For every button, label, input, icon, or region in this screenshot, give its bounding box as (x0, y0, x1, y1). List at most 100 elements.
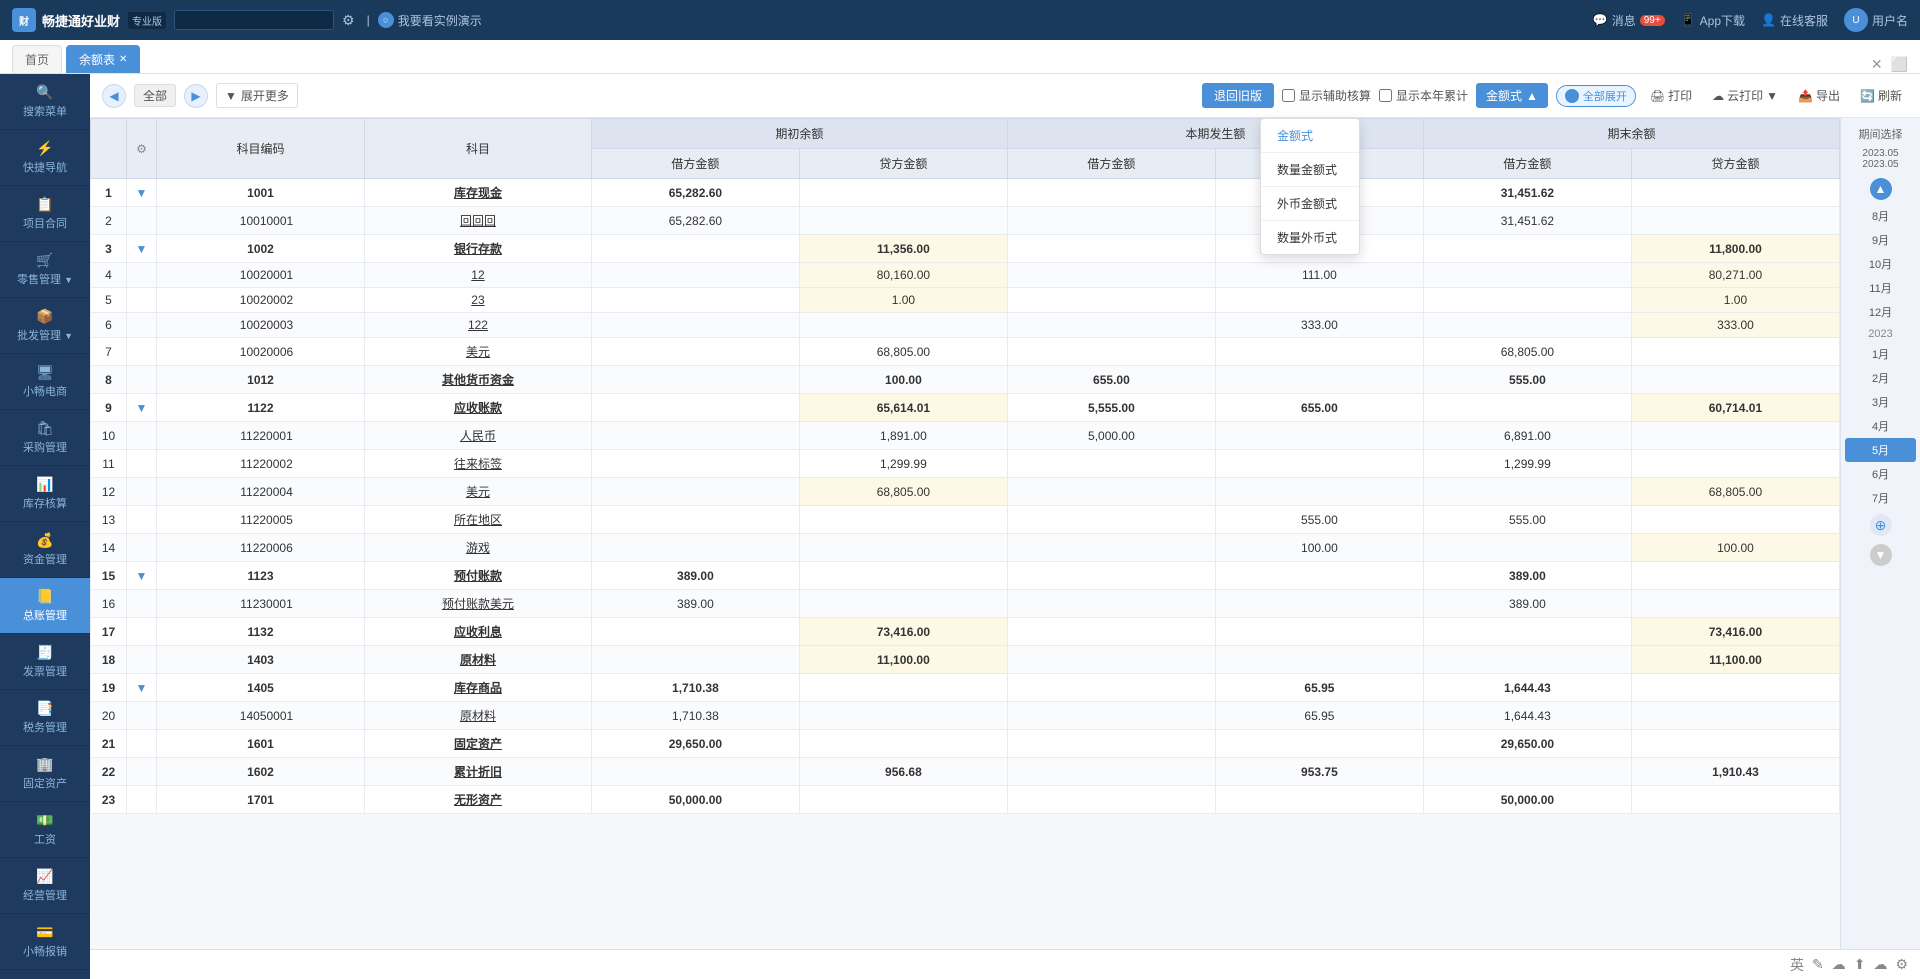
cloud2-icon[interactable]: ☁ (1873, 956, 1887, 973)
th-settings[interactable]: ⚙ (127, 119, 157, 179)
sidebar-item-funds[interactable]: 💰 资金管理 (0, 522, 90, 578)
cloud-icon[interactable]: ☁ (1832, 956, 1846, 973)
month-7[interactable]: 7月 (1845, 486, 1916, 510)
tab-maximize-icon[interactable]: ⬜ (1891, 56, 1908, 73)
month-8[interactable]: 8月 (1845, 204, 1916, 228)
tab-balance[interactable]: 余额表 ✕ (66, 45, 140, 73)
expand-toggle-icon[interactable]: ▼ (136, 186, 148, 200)
sidebar-item-tax[interactable]: 📑 税务管理 (0, 690, 90, 746)
sidebar-item-inventory[interactable]: 📊 库存核算 (0, 466, 90, 522)
expand-more-btn[interactable]: ▼ 展开更多 (216, 83, 298, 108)
table-row[interactable]: 游戏 (365, 534, 592, 562)
app-download-btn[interactable]: 📱 App下载 (1681, 12, 1745, 29)
dropdown-item-amount[interactable]: 金额式 (1261, 119, 1359, 153)
filter-all-tag: 全部 (134, 84, 176, 107)
month-6[interactable]: 6月 (1845, 462, 1916, 486)
upload-icon[interactable]: ⬆ (1854, 956, 1866, 973)
ytd-checkbox[interactable] (1379, 89, 1392, 102)
table-row[interactable]: 累计折旧 (365, 758, 592, 786)
sidebar-item-sales[interactable]: 💳 小畅报销 (0, 914, 90, 970)
table-row[interactable]: 固定资产 (365, 730, 592, 758)
dropdown-item-qty-amount[interactable]: 数量金额式 (1261, 153, 1359, 187)
table-row[interactable]: 12 (365, 263, 592, 288)
tab-close-icon[interactable]: ✕ (119, 54, 127, 65)
table-row[interactable]: 其他货币资金 (365, 366, 592, 394)
table-row[interactable]: 库存商品 (365, 674, 592, 702)
month-9[interactable]: 9月 (1845, 228, 1916, 252)
month-2[interactable]: 2月 (1845, 366, 1916, 390)
sidebar-item-quicknav[interactable]: ⚡ 快捷导航 (0, 130, 90, 186)
online-service-btn[interactable]: 👤 在线客服 (1761, 12, 1828, 29)
table-row[interactable]: 无形资产 (365, 786, 592, 814)
sidebar-item-basic[interactable]: ℹ 基础信息 (0, 970, 90, 979)
sidebar-item-ledger[interactable]: 📒 总账管理 (0, 578, 90, 634)
subsidiary-checkbox[interactable] (1282, 89, 1295, 102)
dropdown-item-foreign-amount[interactable]: 外币金额式 (1261, 187, 1359, 221)
table-row[interactable]: 应收利息 (365, 618, 592, 646)
header-settings-icon[interactable]: ⚙ (342, 12, 355, 29)
month-3[interactable]: 3月 (1845, 390, 1916, 414)
table-row[interactable]: 原材料 (365, 702, 592, 730)
table-row[interactable]: 122 (365, 313, 592, 338)
tab-close-all-icon[interactable]: ✕ (1871, 56, 1883, 73)
table-row[interactable]: 往来标签 (365, 450, 592, 478)
table-row[interactable]: 原材料 (365, 646, 592, 674)
lang-switcher[interactable]: 英 (1790, 955, 1804, 975)
sidebar-item-wholesale[interactable]: 📦 批发管理 ▼ (0, 298, 90, 354)
nav-back-btn[interactable]: ◀ (102, 84, 126, 108)
message-btn[interactable]: 💬 消息 99 (1593, 12, 1665, 29)
table-row[interactable]: 应收账款 (365, 394, 592, 422)
edit-icon[interactable]: ✎ (1812, 956, 1824, 973)
sidebar-item-invoice[interactable]: 🧾 发票管理 (0, 634, 90, 690)
print-btn[interactable]: 🖨 打印 (1644, 84, 1698, 107)
table-row[interactable]: 所在地区 (365, 506, 592, 534)
refresh-btn[interactable]: 🔄 刷新 (1854, 84, 1908, 107)
show-subsidiary-check[interactable]: 显示辅助核算 (1282, 87, 1371, 104)
month-4[interactable]: 4月 (1845, 414, 1916, 438)
table-row[interactable]: 预付账款 (365, 562, 592, 590)
table-row[interactable]: 美元 (365, 478, 592, 506)
dropdown-item-qty-foreign[interactable]: 数量外币式 (1261, 221, 1359, 254)
table-row: 333.00 (1215, 313, 1423, 338)
header-search-input[interactable] (174, 10, 334, 30)
user-area[interactable]: U 用户名 (1844, 8, 1908, 32)
table-row[interactable]: 23 (365, 288, 592, 313)
month-10[interactable]: 10月 (1845, 252, 1916, 276)
back-old-version-btn[interactable]: 退回旧版 (1202, 83, 1274, 108)
sidebar-item-purchase[interactable]: 🛍 采购管理 (0, 410, 90, 466)
nav-forward-btn[interactable]: ▶ (184, 84, 208, 108)
expand-toggle-icon[interactable]: ▼ (136, 569, 148, 583)
table-settings-icon[interactable]: ⚙ (136, 142, 147, 156)
month-12[interactable]: 12月 (1845, 300, 1916, 324)
period-up-btn[interactable]: ▲ (1870, 178, 1892, 200)
expand-toggle-icon[interactable]: ▼ (136, 242, 148, 256)
expand-toggle-icon[interactable]: ▼ (136, 681, 148, 695)
month-1[interactable]: 1月 (1845, 342, 1916, 366)
sidebar-item-ecommerce[interactable]: 🖥 小畅电商 (0, 354, 90, 410)
sidebar-item-search[interactable]: 🔍 搜索菜单 (0, 74, 90, 130)
period-down-btn[interactable]: ▼ (1870, 544, 1892, 566)
sidebar-item-retail[interactable]: 🛒 零售管理 ▼ (0, 242, 90, 298)
sidebar-item-assets[interactable]: 🏢 固定资产 (0, 746, 90, 802)
expand-all-toggle[interactable]: 全部展开 (1556, 85, 1636, 107)
period-expand-btn[interactable]: ⊕ (1870, 514, 1892, 536)
sidebar-item-project[interactable]: 📋 项目合同 (0, 186, 90, 242)
export-btn[interactable]: 📤 导出 (1792, 84, 1846, 107)
show-ytd-check[interactable]: 显示本年累计 (1379, 87, 1468, 104)
expand-toggle-icon[interactable]: ▼ (136, 401, 148, 415)
tab-home[interactable]: 首页 (12, 45, 62, 73)
settings2-icon[interactable]: ⚙ (1895, 956, 1908, 973)
month-11[interactable]: 11月 (1845, 276, 1916, 300)
view-mode-dropdown-btn[interactable]: 金额式 ▲ (1476, 83, 1548, 108)
table-row[interactable]: 银行存款 (365, 235, 592, 263)
sidebar-item-payroll[interactable]: 💵 工资 (0, 802, 90, 858)
sidebar-item-operation[interactable]: 📈 经营管理 (0, 858, 90, 914)
table-row[interactable]: 美元 (365, 338, 592, 366)
demo-link[interactable]: ○ 我要看实例演示 (378, 12, 482, 29)
table-row[interactable]: 预付账款美元 (365, 590, 592, 618)
table-row[interactable]: 库存现金 (365, 179, 592, 207)
cloud-print-btn[interactable]: ☁ 云打印 ▼ (1706, 84, 1784, 107)
month-5[interactable]: 5月 (1845, 438, 1916, 462)
table-row[interactable]: 回回回 (365, 207, 592, 235)
table-row[interactable]: 人民币 (365, 422, 592, 450)
